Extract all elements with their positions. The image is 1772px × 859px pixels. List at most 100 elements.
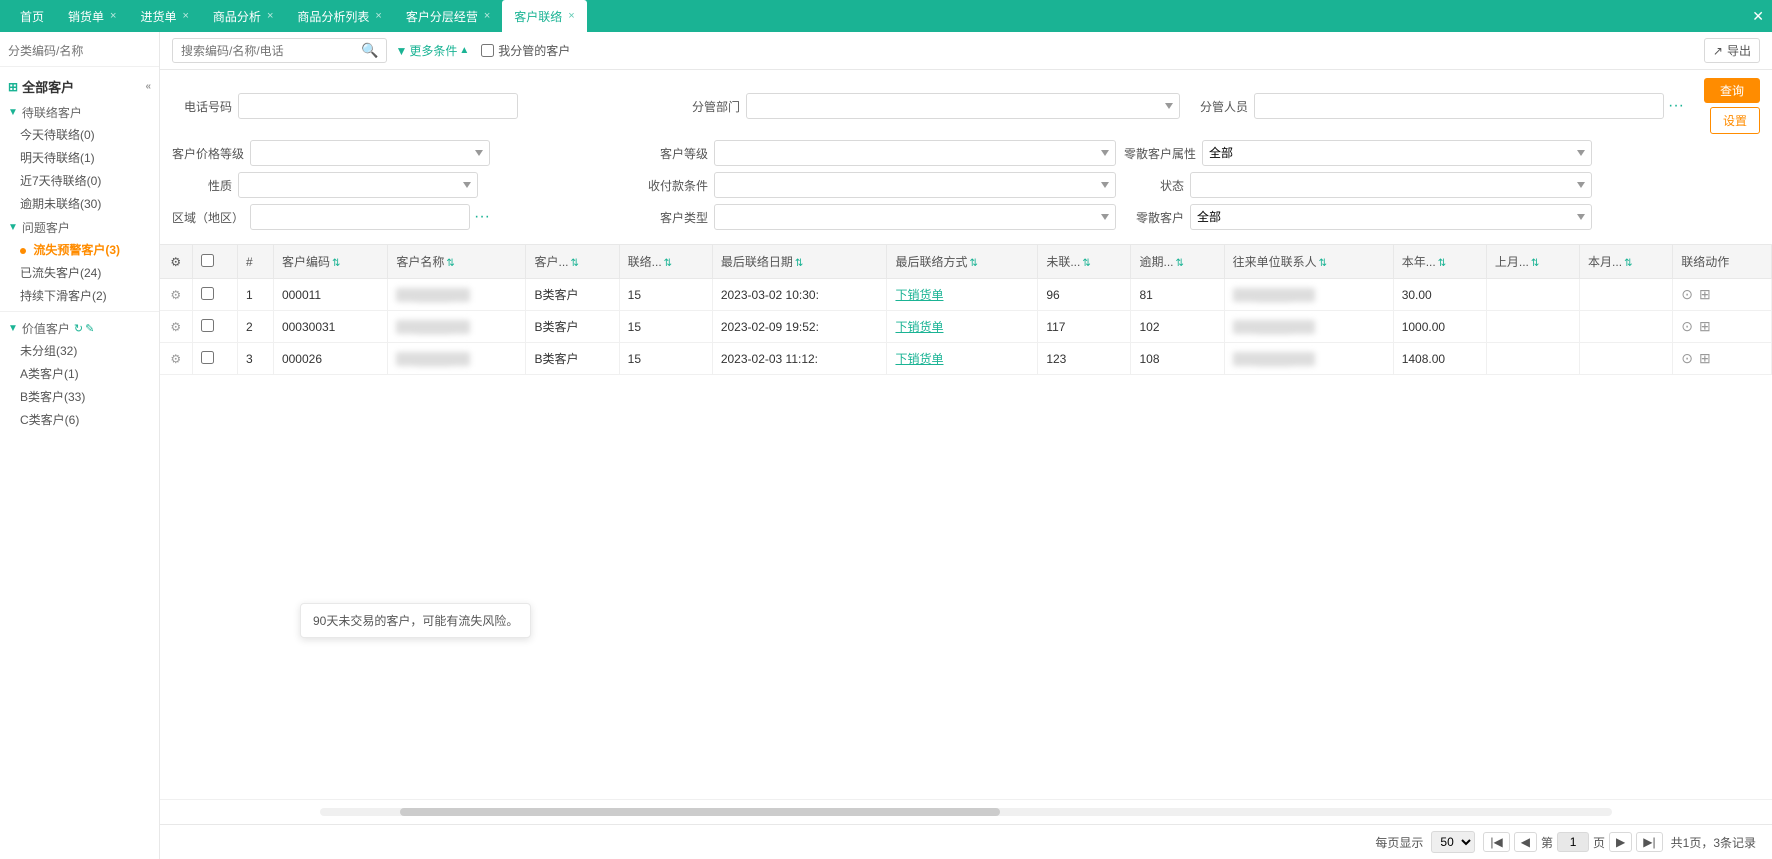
nature-select[interactable] bbox=[238, 172, 478, 198]
region-input[interactable] bbox=[250, 204, 470, 230]
dept-select[interactable] bbox=[746, 93, 1180, 119]
page-number-input[interactable] bbox=[1557, 832, 1589, 852]
person-input[interactable] bbox=[1254, 93, 1664, 119]
query-settings-group: 查询 设置 bbox=[1704, 78, 1760, 134]
tab-purchase-order[interactable]: 进货单 × bbox=[128, 0, 200, 32]
sidebar-item-class-a[interactable]: A类客户(1) bbox=[0, 362, 159, 385]
col-this-month[interactable]: 本月...⇅ bbox=[1580, 245, 1673, 279]
next-page-button[interactable]: ▶ bbox=[1609, 832, 1632, 852]
close-icon[interactable]: × bbox=[484, 10, 490, 22]
col-contacts[interactable]: 联络...⇅ bbox=[619, 245, 712, 279]
col-last-month[interactable]: 上月...⇅ bbox=[1486, 245, 1579, 279]
sidebar-item-churn-warning[interactable]: 流失预警客户(3) bbox=[0, 238, 159, 261]
tab-homepage[interactable]: 首页 bbox=[8, 0, 56, 32]
close-icon[interactable]: × bbox=[182, 10, 188, 22]
settings-button[interactable]: 设置 bbox=[1710, 107, 1760, 134]
person-more-button[interactable]: ··· bbox=[1664, 97, 1688, 115]
sidebar-item-tomorrow-contact[interactable]: 明天待联络(1) bbox=[0, 146, 159, 169]
last-page-button[interactable]: ▶| bbox=[1636, 832, 1662, 852]
sidebar-all-customers[interactable]: ⊞ 全部客户 « bbox=[0, 73, 159, 100]
tab-customer-layered[interactable]: 客户分层经营 × bbox=[394, 0, 502, 32]
tab-sales-order[interactable]: 销货单 × bbox=[56, 0, 128, 32]
row-not-contacted: 117 bbox=[1038, 311, 1131, 343]
row-settings[interactable]: ⚙ bbox=[160, 343, 192, 375]
export-button[interactable]: ↗ 导出 bbox=[1704, 38, 1760, 63]
sidebar-item-churned[interactable]: 已流失客户(24) bbox=[0, 261, 159, 284]
more-actions-icon[interactable]: ⊞ bbox=[1699, 318, 1711, 335]
col-last-contact-way[interactable]: 最后联络方式⇅ bbox=[887, 245, 1038, 279]
col-code[interactable]: 客户编码⇅ bbox=[273, 245, 387, 279]
close-icon[interactable]: × bbox=[267, 10, 273, 22]
sidebar-search-input[interactable] bbox=[8, 44, 160, 58]
contact-icon[interactable]: ⊙ bbox=[1681, 286, 1693, 303]
col-this-year[interactable]: 本年...⇅ bbox=[1393, 245, 1486, 279]
price-level-select[interactable] bbox=[250, 140, 490, 166]
col-not-contacted[interactable]: 未联...⇅ bbox=[1038, 245, 1131, 279]
sidebar-item-7day-contact[interactable]: 近7天待联络(0) bbox=[0, 169, 159, 192]
filter-region: 区域（地区） ··· bbox=[172, 204, 640, 230]
row-settings[interactable]: ⚙ bbox=[160, 279, 192, 311]
row-contacts: 15 bbox=[619, 343, 712, 375]
row-last-contact-way[interactable]: 下销货单 bbox=[887, 343, 1038, 375]
sidebar-item-class-c[interactable]: C类客户(6) bbox=[0, 408, 159, 431]
close-icon[interactable]: × bbox=[375, 10, 381, 22]
row-name: ████ bbox=[388, 311, 526, 343]
select-all-checkbox[interactable] bbox=[201, 254, 214, 267]
col-last-contact-date[interactable]: 最后联络日期⇅ bbox=[712, 245, 887, 279]
col-unit-contact[interactable]: 往来单位联系人⇅ bbox=[1224, 245, 1393, 279]
my-customers-checkbox[interactable] bbox=[481, 44, 494, 57]
more-actions-icon[interactable]: ⊞ bbox=[1699, 350, 1711, 367]
row-checkbox[interactable] bbox=[192, 311, 238, 343]
col-settings[interactable]: ⚙ bbox=[160, 245, 192, 279]
contact-icon[interactable]: ⊙ bbox=[1681, 350, 1693, 367]
search-input[interactable] bbox=[181, 44, 361, 58]
payment-select[interactable] bbox=[714, 172, 1116, 198]
row-last-contact-way[interactable]: 下销货单 bbox=[887, 279, 1038, 311]
tab-product-analysis[interactable]: 商品分析 × bbox=[201, 0, 285, 32]
status-select[interactable] bbox=[1190, 172, 1592, 198]
more-conditions-button[interactable]: ▼ 更多条件 ▲ bbox=[395, 42, 469, 59]
zero-attr-select[interactable]: 全部 bbox=[1202, 140, 1592, 166]
zero-customer-select[interactable]: 全部 bbox=[1190, 204, 1592, 230]
sidebar-item-class-b[interactable]: B类客户(33) bbox=[0, 385, 159, 408]
search-button[interactable]: 🔍 bbox=[361, 42, 378, 59]
tab-product-analysis-list[interactable]: 商品分析列表 × bbox=[285, 0, 393, 32]
col-checkbox-header[interactable] bbox=[192, 245, 238, 279]
row-code: 000011 bbox=[273, 279, 387, 311]
row-last-contact-date: 2023-02-03 11:12: bbox=[712, 343, 887, 375]
col-overdue[interactable]: 逾期...⇅ bbox=[1131, 245, 1224, 279]
sidebar-group-waiting[interactable]: ▼ 待联络客户 bbox=[0, 100, 159, 123]
row-settings[interactable]: ⚙ bbox=[160, 311, 192, 343]
sidebar-group-problem[interactable]: ▼ 问题客户 bbox=[0, 215, 159, 238]
per-page-select[interactable]: 50 bbox=[1431, 831, 1475, 853]
horizontal-scrollbar[interactable] bbox=[160, 799, 1772, 824]
close-window-icon[interactable]: ✕ bbox=[1752, 8, 1764, 25]
row-checkbox[interactable] bbox=[192, 279, 238, 311]
my-customers-checkbox-label[interactable]: 我分管的客户 bbox=[481, 42, 570, 59]
col-name[interactable]: 客户名称⇅ bbox=[388, 245, 526, 279]
refresh-icon[interactable]: ↻ bbox=[74, 322, 83, 335]
close-icon[interactable]: × bbox=[110, 10, 116, 22]
tab-customer-contact[interactable]: 客户联络 × bbox=[502, 0, 586, 32]
sidebar-item-overdue-contact[interactable]: 逾期未联络(30) bbox=[0, 192, 159, 215]
row-this-year: 1408.00 bbox=[1393, 343, 1486, 375]
first-page-button[interactable]: |◀ bbox=[1483, 832, 1509, 852]
close-icon[interactable]: × bbox=[568, 10, 574, 22]
edit-icon[interactable]: ✎ bbox=[85, 322, 94, 335]
sidebar-item-today-contact[interactable]: 今天待联络(0) bbox=[0, 123, 159, 146]
customer-type-select[interactable] bbox=[714, 204, 1116, 230]
prev-page-button[interactable]: ◀ bbox=[1514, 832, 1537, 852]
contact-icon[interactable]: ⊙ bbox=[1681, 318, 1693, 335]
sidebar-item-declining[interactable]: 持续下滑客户(2) bbox=[0, 284, 159, 307]
row-checkbox[interactable] bbox=[192, 343, 238, 375]
row-last-contact-way[interactable]: 下销货单 bbox=[887, 311, 1038, 343]
row-not-contacted: 123 bbox=[1038, 343, 1131, 375]
sidebar-item-ungrouped[interactable]: 未分组(32) bbox=[0, 339, 159, 362]
region-more-button[interactable]: ··· bbox=[470, 208, 494, 226]
query-button[interactable]: 查询 bbox=[1704, 78, 1760, 103]
phone-input[interactable] bbox=[238, 93, 518, 119]
more-actions-icon[interactable]: ⊞ bbox=[1699, 286, 1711, 303]
sidebar-group-value[interactable]: ▼ 价值客户 ↻ ✎ bbox=[0, 316, 159, 339]
col-type[interactable]: 客户...⇅ bbox=[526, 245, 619, 279]
customer-level-select[interactable] bbox=[714, 140, 1116, 166]
